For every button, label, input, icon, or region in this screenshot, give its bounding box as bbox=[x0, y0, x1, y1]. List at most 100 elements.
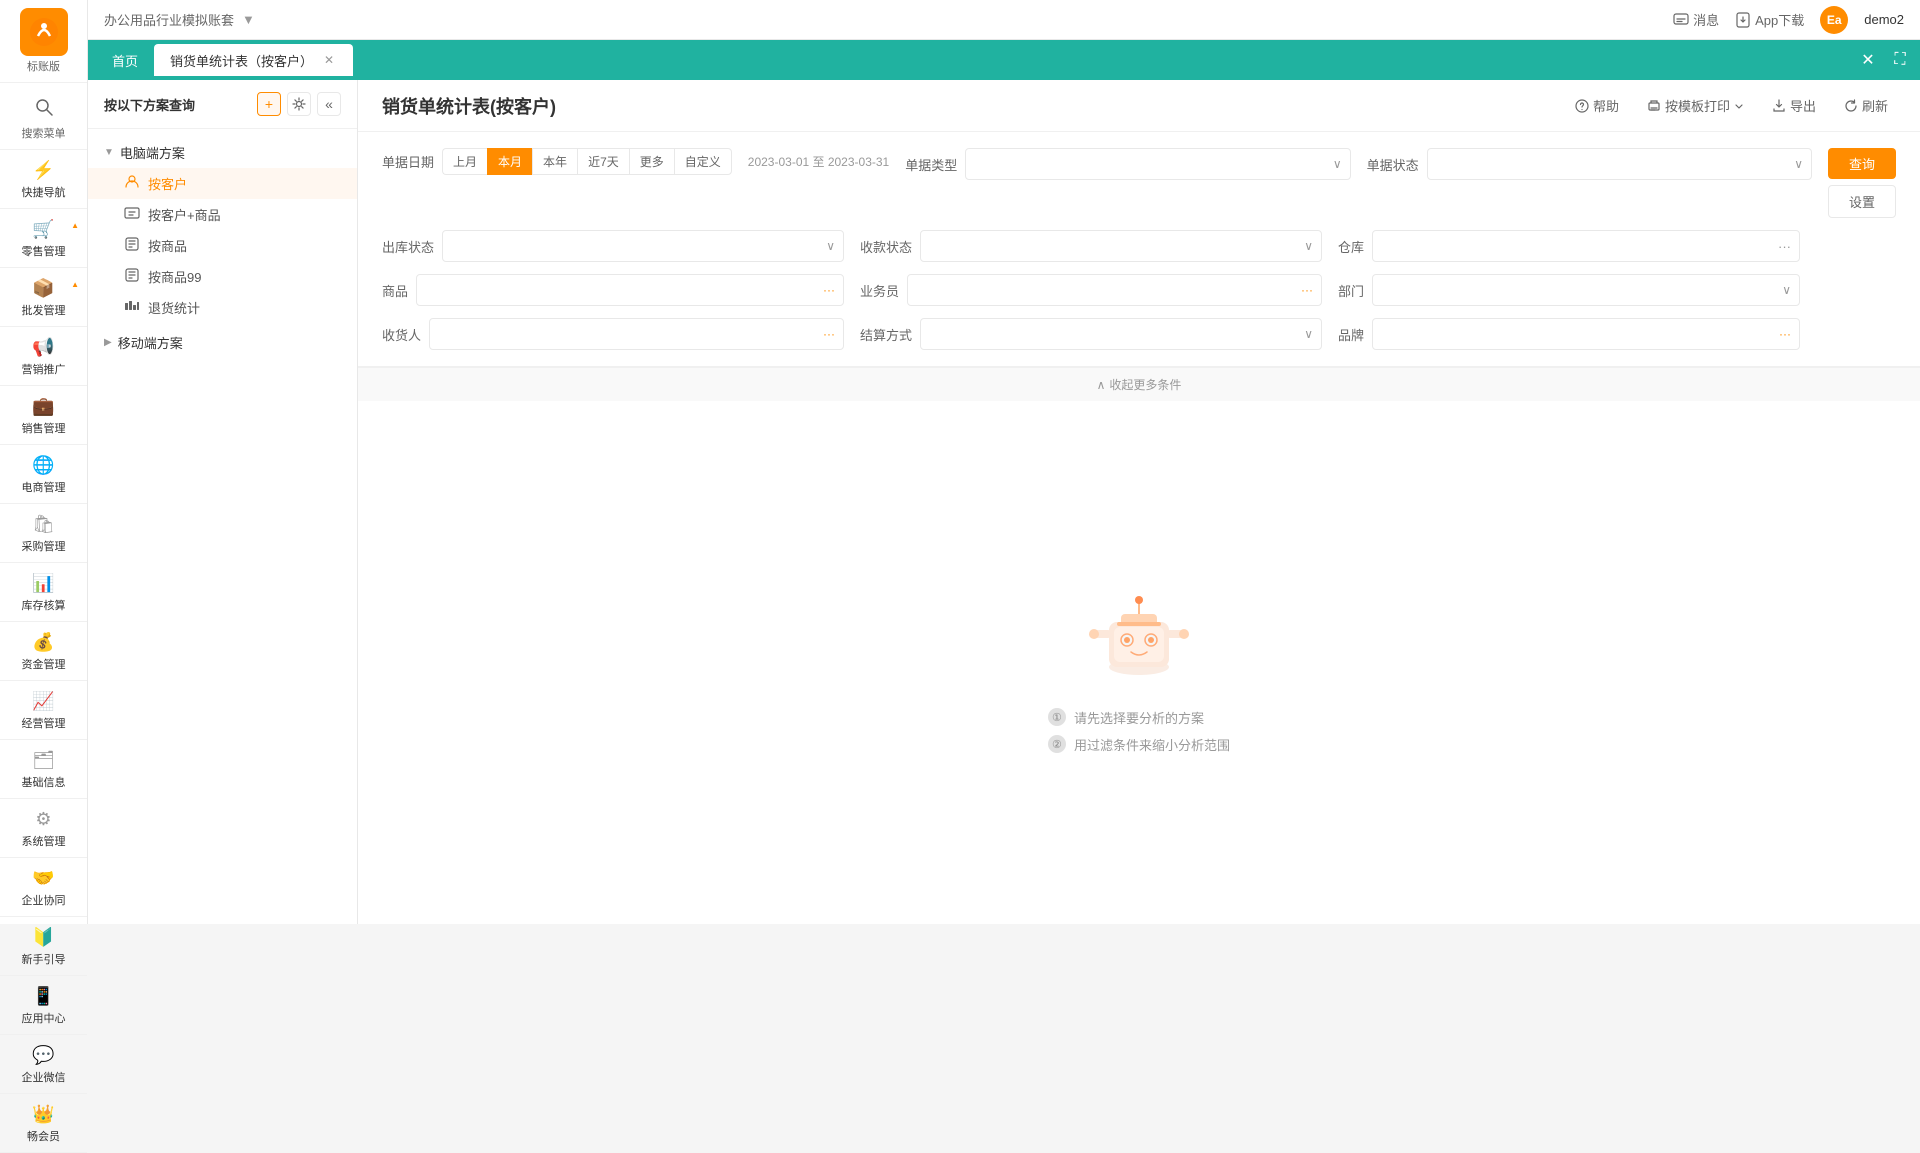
query-btn[interactable]: 查询 bbox=[1828, 148, 1896, 179]
sidebar-item-apps[interactable]: 📱 应用中心 bbox=[0, 976, 87, 1035]
by-customer-label: 按客户 bbox=[148, 174, 187, 193]
sidebar-item-base[interactable]: 🗂 基础信息 bbox=[0, 740, 87, 799]
sidebar-item-ecommerce[interactable]: 🌐 电商管理 bbox=[0, 445, 87, 504]
date-btn-7days[interactable]: 近7天 bbox=[577, 148, 629, 175]
tree-item-by-customer[interactable]: 按客户 bbox=[88, 168, 357, 199]
industry-label: 办公用品行业模拟账套 bbox=[104, 10, 234, 29]
salesperson-label: 业务员 bbox=[860, 281, 899, 300]
sidebar-item-operations[interactable]: 📈 经营管理 bbox=[0, 681, 87, 740]
tree-group-pc: ▼ 电脑端方案 按客户 按客户+商品 bbox=[88, 137, 357, 323]
sidebar-item-shortcut[interactable]: ⚡ 快捷导航 bbox=[0, 150, 87, 209]
help-label: 帮助 bbox=[1593, 96, 1619, 115]
department-control[interactable]: ∨ bbox=[1372, 274, 1800, 306]
shortcut-icon: ⚡ bbox=[32, 158, 56, 182]
warehouse-control[interactable]: ··· bbox=[1372, 230, 1800, 262]
refresh-btn[interactable]: 刷新 bbox=[1836, 92, 1896, 119]
collection-status-control[interactable]: ∨ bbox=[920, 230, 1322, 262]
shipment-status-control[interactable]: ∨ bbox=[442, 230, 844, 262]
search-label: 搜索菜单 bbox=[22, 125, 66, 141]
print-btn[interactable]: 按模板打印 bbox=[1639, 92, 1752, 119]
export-btn[interactable]: 导出 bbox=[1764, 92, 1824, 119]
tree-group-pc-header[interactable]: ▼ 电脑端方案 bbox=[88, 137, 357, 168]
member-label: 畅会员 bbox=[27, 1128, 60, 1144]
warehouse-label: 仓库 bbox=[1338, 237, 1364, 256]
salesperson-more: ··· bbox=[1301, 283, 1313, 297]
help-btn[interactable]: 帮助 bbox=[1567, 92, 1627, 119]
sidebar-item-member[interactable]: 👑 畅会员 bbox=[0, 1094, 87, 1153]
sidebar-item-retail[interactable]: 🛒 零售管理 bbox=[0, 209, 87, 268]
sidebar-item-finance[interactable]: 💰 资金管理 bbox=[0, 622, 87, 681]
retail-label: 零售管理 bbox=[22, 243, 66, 259]
brand-label: 品牌 bbox=[1338, 325, 1364, 344]
sidebar-item-system[interactable]: ⚙ 系统管理 bbox=[0, 799, 87, 858]
recipient-more: ··· bbox=[823, 327, 835, 341]
sidebar-item-sales[interactable]: 💼 销售管理 bbox=[0, 386, 87, 445]
tree-group-mobile: ▶ 移动端方案 bbox=[88, 327, 357, 358]
sidebar-logo[interactable]: 标账版 bbox=[0, 0, 87, 83]
tab-home-label: 首页 bbox=[112, 51, 138, 70]
salesperson-control[interactable]: ··· bbox=[907, 274, 1322, 306]
tab-home[interactable]: 首页 bbox=[96, 44, 154, 76]
app-download-btn[interactable]: App下载 bbox=[1735, 10, 1804, 29]
tree-item-by-product-99[interactable]: 按商品99 bbox=[88, 261, 357, 292]
date-btn-this-month[interactable]: 本月 bbox=[487, 148, 532, 175]
message-btn[interactable]: 消息 bbox=[1673, 10, 1719, 29]
order-type-label: 单据类型 bbox=[905, 155, 957, 174]
sidebar-item-wholesale[interactable]: 📦 批发管理 bbox=[0, 268, 87, 327]
dropdown-icon[interactable]: ▼ bbox=[242, 12, 255, 27]
settings-scheme-btn[interactable] bbox=[287, 92, 311, 116]
settings-btn[interactable]: 设置 bbox=[1828, 185, 1896, 218]
tab-bar-actions: ✕ ⛶ bbox=[1856, 48, 1912, 72]
product-control[interactable]: ··· bbox=[416, 274, 844, 306]
date-btn-custom[interactable]: 自定义 bbox=[674, 148, 732, 175]
logo-text: 标账版 bbox=[27, 58, 60, 74]
tree-item-by-customer-product[interactable]: 按客户+商品 bbox=[88, 199, 357, 230]
tree-item-return-stats[interactable]: 退货统计 bbox=[88, 292, 357, 323]
date-range: 2023-03-01 至 2023-03-31 bbox=[748, 153, 889, 170]
tab-close-btn[interactable]: ✕ bbox=[321, 52, 337, 68]
sidebar-item-purchase[interactable]: 🛍 采购管理 bbox=[0, 504, 87, 563]
tab-maximize-btn[interactable]: ⛶ bbox=[1888, 48, 1912, 72]
sidebar-item-inventory[interactable]: 📊 库存核算 bbox=[0, 563, 87, 622]
collapse-row[interactable]: ∧ 收起更多条件 bbox=[358, 367, 1920, 401]
collapse-panel-btn[interactable]: « bbox=[317, 92, 341, 116]
sidebar-search-item[interactable]: 搜索菜单 bbox=[0, 83, 87, 150]
inventory-icon: 📊 bbox=[32, 571, 56, 595]
date-btn-last-month[interactable]: 上月 bbox=[442, 148, 487, 175]
tab-sales-customer[interactable]: 销货单统计表（按客户） ✕ bbox=[154, 44, 353, 76]
user-name[interactable]: demo2 bbox=[1864, 12, 1904, 27]
tree-group-mobile-label: 移动端方案 bbox=[118, 333, 183, 352]
order-type-control[interactable]: ∨ bbox=[965, 148, 1350, 180]
by-product-99-label: 按商品99 bbox=[148, 267, 201, 286]
add-scheme-btn[interactable]: + bbox=[257, 92, 281, 116]
by-customer-icon bbox=[124, 174, 140, 193]
recipient-control[interactable]: ··· bbox=[429, 318, 844, 350]
tree-section: ▼ 电脑端方案 按客户 按客户+商品 bbox=[88, 129, 357, 370]
date-btn-more[interactable]: 更多 bbox=[629, 148, 674, 175]
order-status-control[interactable]: ∨ bbox=[1427, 148, 1812, 180]
marketing-icon: 📢 bbox=[32, 335, 56, 359]
base-icon: 🗂 bbox=[32, 748, 56, 772]
tip-num-2: ② bbox=[1048, 735, 1066, 753]
date-btn-this-year[interactable]: 本年 bbox=[532, 148, 577, 175]
empty-tips: ① 请先选择要分析的方案 ② 用过滤条件来缩小分析范围 bbox=[1048, 708, 1230, 754]
ecommerce-label: 电商管理 bbox=[22, 479, 66, 495]
tab-sales-customer-label: 销货单统计表（按客户） bbox=[170, 51, 313, 70]
wechat-label: 企业微信 bbox=[22, 1069, 66, 1085]
sidebar-item-newbie[interactable]: 🔰 新手引导 bbox=[0, 917, 87, 976]
tree-group-mobile-header[interactable]: ▶ 移动端方案 bbox=[88, 327, 357, 358]
settlement-control[interactable]: ∨ bbox=[920, 318, 1322, 350]
sidebar-item-enterprise[interactable]: 🤝 企业协同 bbox=[0, 858, 87, 917]
order-status-chevron: ∨ bbox=[1794, 157, 1803, 171]
apps-icon: 📱 bbox=[32, 984, 56, 1008]
by-customer-product-icon bbox=[124, 205, 140, 224]
date-filter: 上月 本月 本年 近7天 更多 自定义 bbox=[442, 148, 732, 175]
main-area: 办公用品行业模拟账套 ▼ 消息 App下载 Ea demo2 首页 销货单统计表… bbox=[88, 0, 1920, 924]
wholesale-icon: 📦 bbox=[32, 276, 56, 300]
brand-control[interactable]: ··· bbox=[1372, 318, 1800, 350]
order-type-chevron: ∨ bbox=[1333, 157, 1342, 171]
tree-item-by-product[interactable]: 按商品 bbox=[88, 230, 357, 261]
tab-close-all-btn[interactable]: ✕ bbox=[1856, 48, 1880, 72]
sidebar-item-wechat[interactable]: 💬 企业微信 bbox=[0, 1035, 87, 1094]
sidebar-item-marketing[interactable]: 📢 营销推广 bbox=[0, 327, 87, 386]
